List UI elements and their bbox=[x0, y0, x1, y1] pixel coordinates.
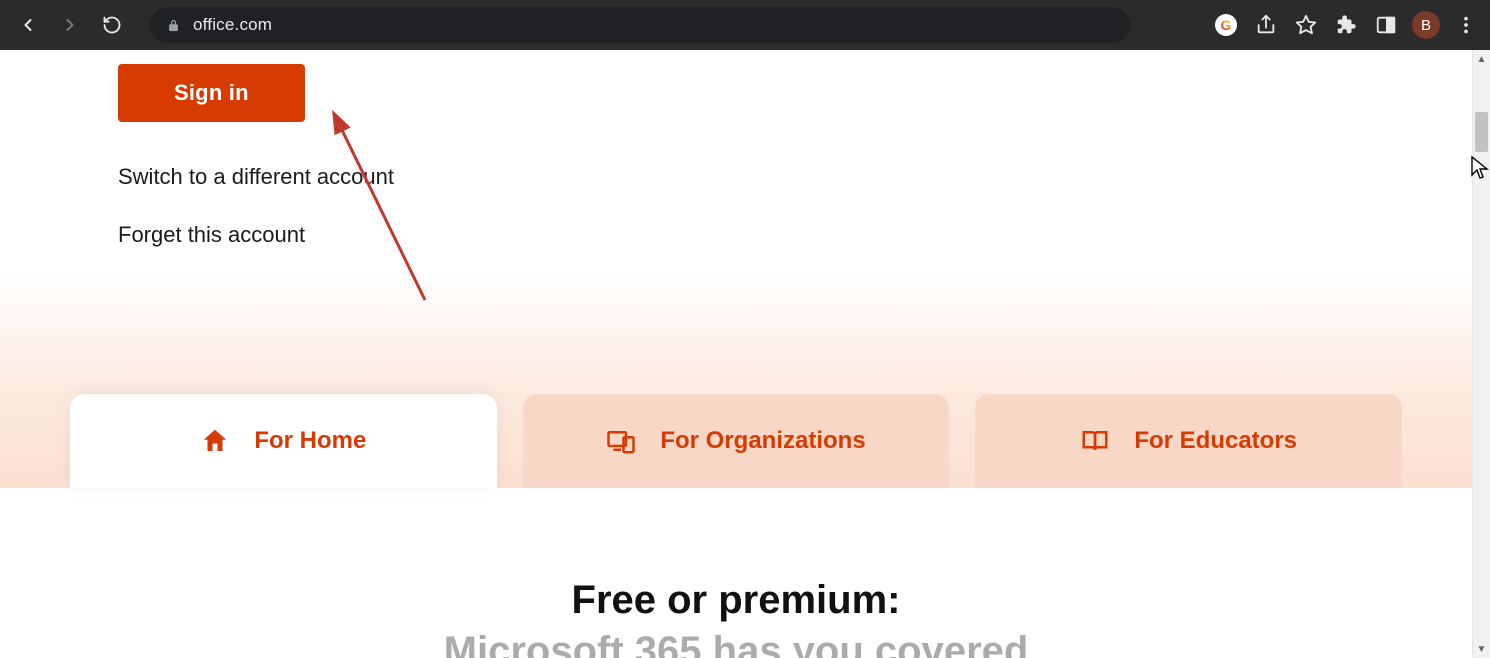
tab-label: For Educators bbox=[1134, 427, 1297, 455]
tab-for-home[interactable]: For Home bbox=[70, 394, 497, 488]
account-area: Sign in Switch to a different account Fo… bbox=[0, 50, 1472, 274]
profile-initial: B bbox=[1421, 17, 1431, 34]
scroll-up-arrow-icon[interactable]: ▲ bbox=[1473, 50, 1490, 68]
gradient-band bbox=[0, 274, 1472, 394]
headline-line2: Microsoft 365 has you covered bbox=[110, 629, 1362, 658]
kebab-menu-icon[interactable] bbox=[1452, 11, 1480, 39]
star-icon[interactable] bbox=[1292, 11, 1320, 39]
url-text: office.com bbox=[193, 15, 272, 35]
home-icon bbox=[200, 426, 230, 456]
toolbar-right: G B bbox=[1212, 11, 1480, 39]
google-account-icon[interactable]: G bbox=[1212, 11, 1240, 39]
page-content: Sign in Switch to a different account Fo… bbox=[0, 50, 1472, 658]
profile-avatar[interactable]: B bbox=[1412, 11, 1440, 39]
share-icon[interactable] bbox=[1252, 11, 1280, 39]
address-bar[interactable]: office.com bbox=[150, 7, 1130, 43]
sign-in-button[interactable]: Sign in bbox=[118, 64, 305, 122]
extensions-icon[interactable] bbox=[1332, 11, 1360, 39]
content-panel: Free or premium: Microsoft 365 has you c… bbox=[70, 488, 1402, 658]
reload-button[interactable] bbox=[94, 7, 130, 43]
tab-for-educators[interactable]: For Educators bbox=[975, 394, 1402, 488]
vertical-scrollbar[interactable]: ▲ ▼ bbox=[1472, 50, 1490, 658]
headline-line1: Free or premium: bbox=[110, 578, 1362, 623]
scroll-down-arrow-icon[interactable]: ▼ bbox=[1473, 640, 1490, 658]
lock-icon bbox=[166, 18, 181, 33]
book-icon bbox=[1080, 426, 1110, 456]
devices-icon bbox=[606, 426, 636, 456]
tab-label: For Home bbox=[254, 427, 366, 455]
switch-account-link[interactable]: Switch to a different account bbox=[118, 164, 1472, 190]
tab-for-organizations[interactable]: For Organizations bbox=[523, 394, 950, 488]
browser-toolbar: office.com G B bbox=[0, 0, 1490, 50]
tab-label: For Organizations bbox=[660, 427, 865, 455]
scroll-thumb[interactable] bbox=[1475, 112, 1488, 152]
side-panel-icon[interactable] bbox=[1372, 11, 1400, 39]
forget-account-link[interactable]: Forget this account bbox=[118, 222, 1472, 248]
back-button[interactable] bbox=[10, 7, 46, 43]
tabs-section: For Home For Organizations For Educators bbox=[0, 394, 1472, 488]
forward-button[interactable] bbox=[52, 7, 88, 43]
